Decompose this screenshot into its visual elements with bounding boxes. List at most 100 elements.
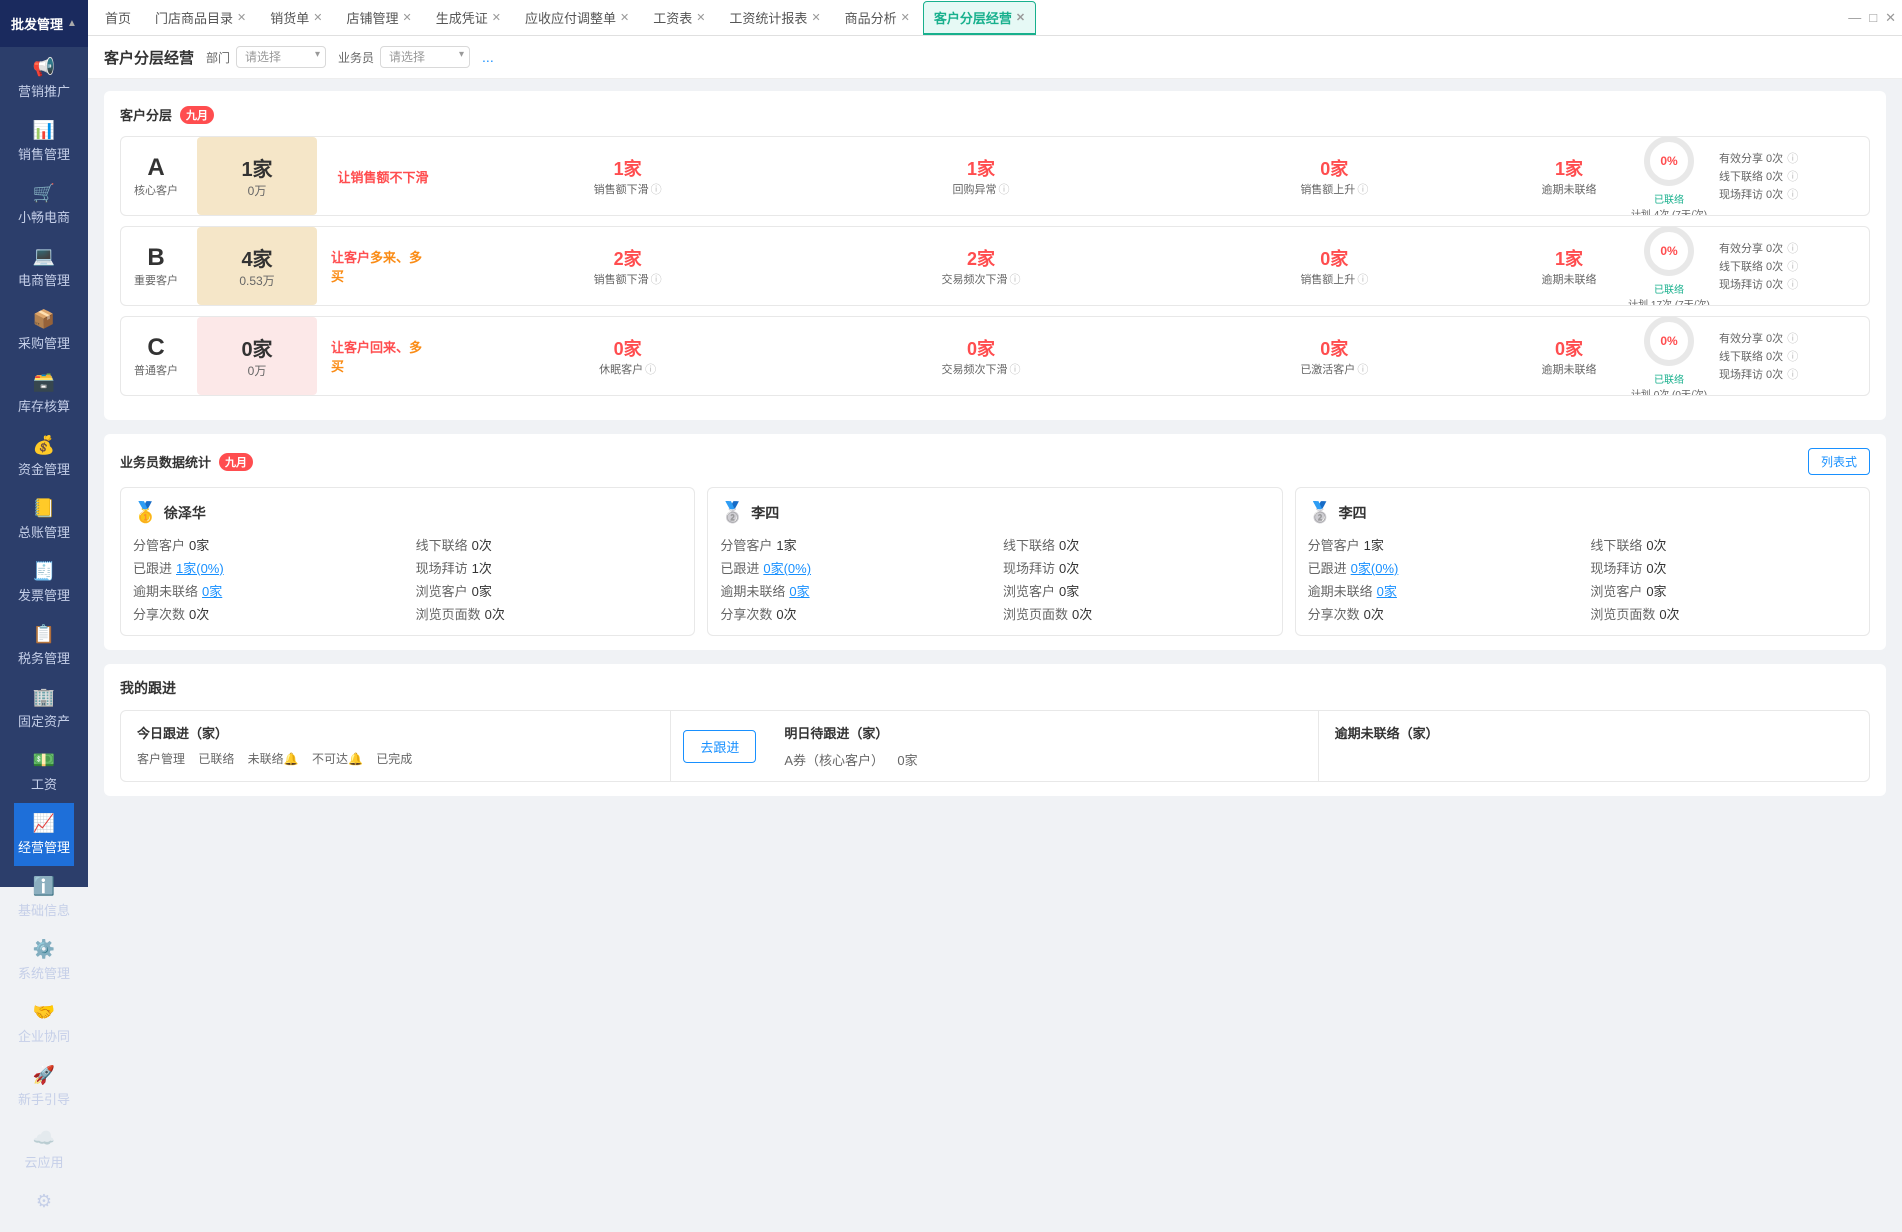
sidebar-item-经营管理[interactable]: 📈 经营管理 (14, 803, 74, 866)
tab-首页[interactable]: 首页 (94, 1, 142, 35)
tab-商品分析[interactable]: 商品分析✕ (834, 1, 921, 35)
sidebar-item-小畅电商[interactable]: 🛒 小畅电商 (14, 173, 74, 236)
staff-val-link-1-4[interactable]: 0家 (789, 581, 809, 600)
tab-close-9[interactable]: ✕ (1016, 11, 1025, 24)
tier-metric1-label-B: 销售额下滑 ⓘ (594, 271, 662, 287)
tier-action-B: 让客户多来、多买 (323, 239, 443, 293)
list-view-button[interactable]: 列表式 (1808, 448, 1870, 475)
tab-close-4[interactable]: ✕ (492, 11, 501, 24)
tier-metric1-C: 0家 休眠客户 ⓘ (588, 335, 668, 377)
window-minimize-icon[interactable]: — (1848, 10, 1861, 26)
tab-门店商品目录[interactable]: 门店商品目录✕ (144, 1, 257, 35)
tab-生成凭证[interactable]: 生成凭证 ✕ (425, 1, 512, 35)
tier-stats-A: 有效分享 0次 ⓘ线下联络 0次 ⓘ现场拜访 0次 ⓘ (1719, 150, 1869, 202)
tab-close-7[interactable]: ✕ (811, 11, 820, 24)
sidebar-item-云应用[interactable]: ☁️ 云应用 (14, 1118, 74, 1181)
tier-name-B: 重要客户 (134, 272, 178, 288)
stat-line-C-1: 线下联络 0次 ⓘ (1719, 348, 1861, 364)
tab-工资表[interactable]: 工资表✕ (642, 1, 716, 35)
tier-metric1-num-A: 1家 (614, 155, 642, 181)
tab-工资统计报表[interactable]: 工资统计报表✕ (718, 1, 831, 35)
tier-metric3-label-A: 销售额上升 ⓘ (1300, 181, 1368, 197)
sidebar-item-新手引导[interactable]: 🚀 新手引导 (14, 1055, 74, 1118)
staff-data-row-1-4: 逾期未联络 0家 (720, 581, 987, 600)
tab-close-2[interactable]: ✕ (313, 11, 322, 24)
tab-close-5[interactable]: ✕ (620, 11, 629, 24)
sidebar-label-15: 企业协同 (18, 1026, 70, 1045)
tab-close-1[interactable]: ✕ (237, 11, 246, 24)
staff-val-link-2-2[interactable]: 0家(0%) (1351, 558, 1399, 577)
followup-grid: 今日跟进（家） 客户管理 已联络 未联络🔔 不可达🔔 已完成 去跟进 明日待跟进… (120, 710, 1870, 782)
window-close-icon[interactable]: ✕ (1885, 10, 1896, 26)
tier-metric1-num-B: 2家 (614, 245, 642, 271)
sidebar-item-资金管理[interactable]: 💰 资金管理 (14, 425, 74, 488)
tier-count-sub-B: 0.53万 (239, 272, 274, 289)
more-button[interactable]: ... (482, 49, 494, 65)
sidebar-item-工资[interactable]: 💵 工资 (14, 740, 74, 803)
staff-data-row-2-5: 浏览客户 0家 (1590, 581, 1857, 600)
tier-circle-C: 0% 已联络 计划 0次 (0天/次) (1619, 316, 1719, 396)
tab-close-3[interactable]: ✕ (403, 11, 412, 24)
circle-sub-A: 计划 4次 (7天/次) (1631, 206, 1707, 216)
sidebar-item-系统管理[interactable]: ⚙️ 系统管理 (14, 929, 74, 992)
sidebar-item-税务管理[interactable]: 📋 税务管理 (14, 614, 74, 677)
staff-data-row-2-4: 逾期未联络 0家 (1308, 581, 1575, 600)
tab-销货单[interactable]: 销货单✕ (259, 1, 333, 35)
sidebar-item-总账管理[interactable]: 📒 总账管理 (14, 488, 74, 551)
tab-店铺管理[interactable]: 店铺管理✕ (335, 1, 422, 35)
gear-icon[interactable]: ⚙ (26, 1181, 62, 1222)
tier-label-C: C 普通客户 (121, 317, 191, 395)
stat-line-A-1: 线下联络 0次 ⓘ (1719, 168, 1861, 184)
main-area: 首页门店商品目录✕销货单✕店铺管理✕生成凭证✕应收应付调整单✕工资表✕工资统计报… (88, 0, 1902, 887)
go-followup-button[interactable]: 去跟进 (683, 730, 756, 763)
sidebar-item-库存核算[interactable]: 🗃️ 库存核算 (14, 362, 74, 425)
sidebar-item-固定资产[interactable]: 🏢 固定资产 (14, 677, 74, 740)
tier-metric3-label-B: 销售额上升 ⓘ (1300, 271, 1368, 287)
today-followup-col: 今日跟进（家） 客户管理 已联络 未联络🔔 不可达🔔 已完成 (121, 711, 671, 781)
overdue-followup-col: 逾期未联络（家） (1319, 711, 1869, 781)
staff-row-label-1-5: 浏览客户 (1003, 581, 1055, 600)
tomorrow-followup-title: 明日待跟进（家） (784, 723, 1301, 742)
sidebar-icon-10: 🏢 (33, 687, 55, 708)
dept-select[interactable]: 请选择 (236, 46, 326, 68)
sidebar-label-17: 云应用 (24, 1152, 63, 1171)
tab-客户分层经营[interactable]: 客户分层经营✕ (923, 1, 1036, 35)
circle-pct-C: 0% (1660, 334, 1677, 348)
staff-val-link-2-4[interactable]: 0家 (1377, 581, 1397, 600)
tier-metrics-A: 1家 销售额下滑 ⓘ 1家 回购异常 ⓘ 0家 销售额上升 ⓘ (443, 137, 1519, 215)
tier-count-num-B: 4家 (241, 243, 272, 272)
sidebar-item-发票管理[interactable]: 🧾 发票管理 (14, 551, 74, 614)
sidebar-item-销售管理[interactable]: 📊 销售管理 (14, 110, 74, 173)
sidebar-icon-11: 💵 (33, 750, 55, 771)
sidebar-icon-6: 💰 (33, 435, 55, 456)
stat-line-A-2: 现场拜访 0次 ⓘ (1719, 186, 1861, 202)
tier-metric2-num-A: 1家 (967, 155, 995, 181)
sidebar-collapse-icon[interactable]: ▲ (67, 18, 77, 29)
sidebar-label-6: 资金管理 (18, 459, 70, 478)
sidebar-item-采购管理[interactable]: 📦 采购管理 (14, 299, 74, 362)
sidebar-icon-14: ⚙️ (33, 939, 55, 960)
circle-pct-B: 0% (1660, 244, 1677, 258)
sidebar-item-企业协同[interactable]: 🤝 企业协同 (14, 992, 74, 1055)
tier-metric3-num-C: 0家 (1320, 335, 1348, 361)
followup-title: 我的跟进 (120, 678, 1870, 698)
tab-label-4: 生成凭证 (436, 8, 488, 27)
tab-close-8[interactable]: ✕ (901, 11, 910, 24)
tab-应收应付调整单[interactable]: 应收应付调整单✕ (514, 1, 640, 35)
window-restore-icon[interactable]: □ (1869, 10, 1877, 26)
circle-status-B: 已联络 (1654, 281, 1684, 296)
sidebar-icon-17: ☁️ (33, 1128, 55, 1149)
staff-select[interactable]: 请选择 (380, 46, 470, 68)
staff-section-title: 业务员数据统计 九月 (120, 452, 253, 471)
sidebar-item-营销推广[interactable]: 📢 营销推广 (14, 47, 74, 110)
tab-close-6[interactable]: ✕ (696, 11, 705, 24)
tier-metric2-A: 1家 回购异常 ⓘ (941, 155, 1021, 197)
staff-val-link-1-2[interactable]: 0家(0%) (763, 558, 811, 577)
sidebar-item-基础信息[interactable]: ℹ️ 基础信息 (14, 866, 74, 929)
staff-val-link-0-2[interactable]: 1家(0%) (176, 558, 224, 577)
tier-stats-B: 有效分享 0次 ⓘ线下联络 0次 ⓘ现场拜访 0次 ⓘ (1719, 240, 1869, 292)
sidebar-header[interactable]: 批发管理 ▲ (0, 0, 88, 47)
staff-val-link-0-4[interactable]: 0家 (202, 581, 222, 600)
tier-metric2-label-A: 回购异常 ⓘ (952, 181, 1009, 197)
sidebar-item-电商管理[interactable]: 💻 电商管理 (14, 236, 74, 299)
